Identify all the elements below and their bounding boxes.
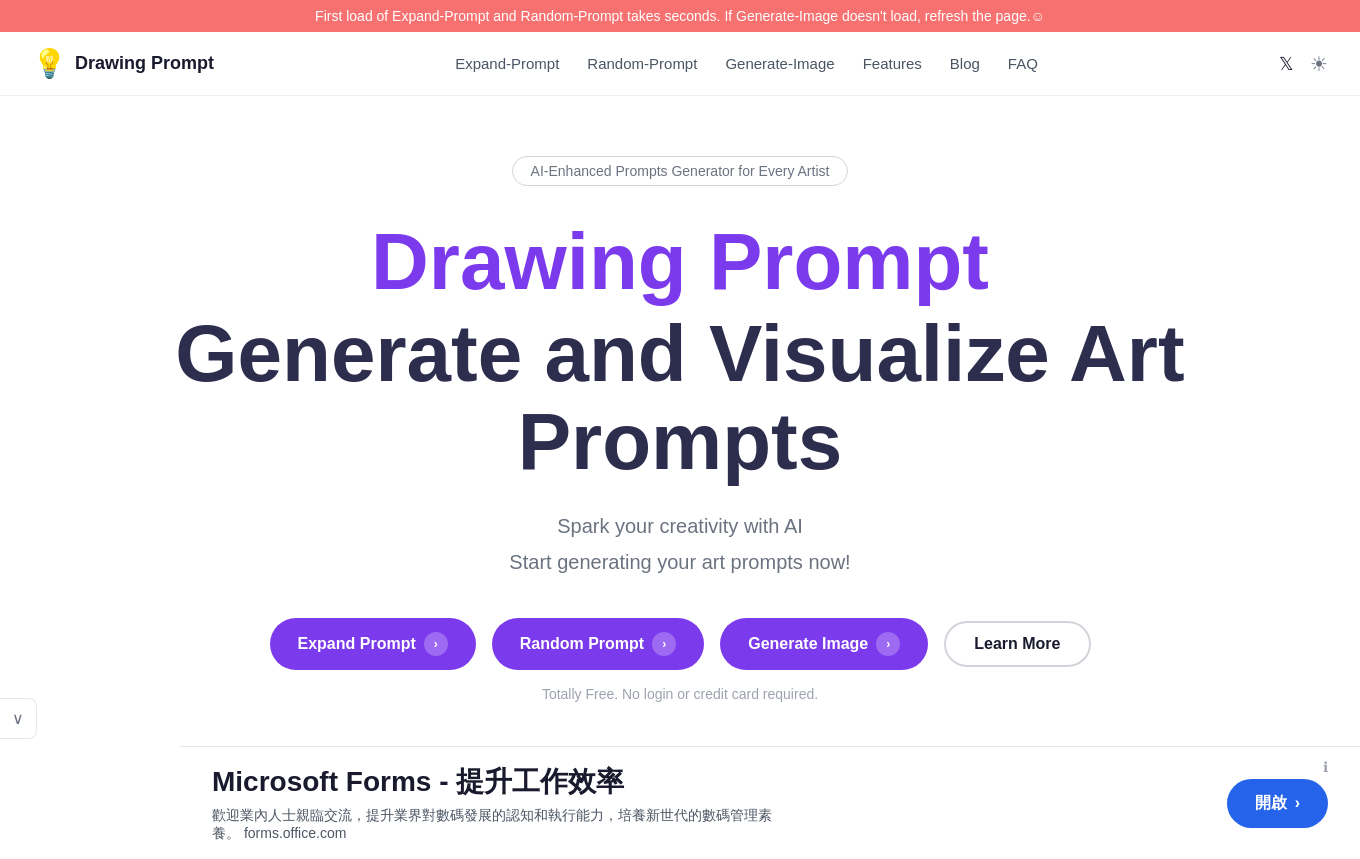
brand-logo[interactable]: 💡 Drawing Prompt [32, 47, 214, 80]
hero-subtitle1: Spark your creativity with AI [557, 510, 803, 542]
navbar: 💡 Drawing Prompt Expand-Prompt Random-Pr… [0, 32, 1360, 96]
hero-section: AI-Enhanced Prompts Generator for Every … [0, 96, 1360, 742]
hero-title-line2: Generate and Visualize ArtPrompts [175, 310, 1184, 486]
random-prompt-label: Random Prompt [520, 635, 644, 653]
theme-toggle-icon[interactable]: ☀ [1310, 52, 1328, 76]
expand-prompt-button[interactable]: Expand Prompt › [270, 618, 476, 670]
generate-image-label: Generate Image [748, 635, 868, 653]
nav-menu: Expand-Prompt Random-Prompt Generate-Ima… [455, 55, 1038, 73]
nav-expand-prompt[interactable]: Expand-Prompt [455, 55, 559, 72]
hero-note: Totally Free. No login or credit card re… [542, 686, 818, 702]
brand-icon: 💡 [32, 47, 67, 80]
expand-prompt-chevron: › [424, 632, 448, 656]
hero-badge: AI-Enhanced Prompts Generator for Every … [512, 156, 849, 186]
expand-prompt-label: Expand Prompt [298, 635, 416, 653]
nav-features[interactable]: Features [863, 55, 922, 72]
navbar-actions: 𝕏 ☀ [1279, 52, 1328, 76]
hero-subtitle2: Start generating your art prompts now! [509, 546, 850, 578]
learn-more-label: Learn More [974, 635, 1060, 652]
nav-random-prompt[interactable]: Random-Prompt [587, 55, 697, 72]
nav-faq[interactable]: FAQ [1008, 55, 1038, 72]
hero-buttons: Expand Prompt › Random Prompt › Generate… [270, 618, 1091, 670]
collapse-button[interactable]: ∨ [0, 698, 37, 739]
hero-title-line1: Drawing Prompt [371, 218, 989, 306]
nav-generate-image[interactable]: Generate-Image [725, 55, 834, 72]
banner-text: First load of Expand-Prompt and Random-P… [315, 8, 1045, 24]
generate-image-button[interactable]: Generate Image › [720, 618, 928, 670]
generate-image-chevron: › [876, 632, 900, 656]
learn-more-button[interactable]: Learn More [944, 621, 1090, 667]
top-banner: First load of Expand-Prompt and Random-P… [0, 0, 1360, 32]
brand-name: Drawing Prompt [75, 53, 214, 74]
random-prompt-button[interactable]: Random Prompt › [492, 618, 704, 670]
random-prompt-chevron: › [652, 632, 676, 656]
nav-blog[interactable]: Blog [950, 55, 980, 72]
twitter-icon[interactable]: 𝕏 [1279, 53, 1294, 75]
collapse-icon: ∨ [12, 710, 24, 727]
